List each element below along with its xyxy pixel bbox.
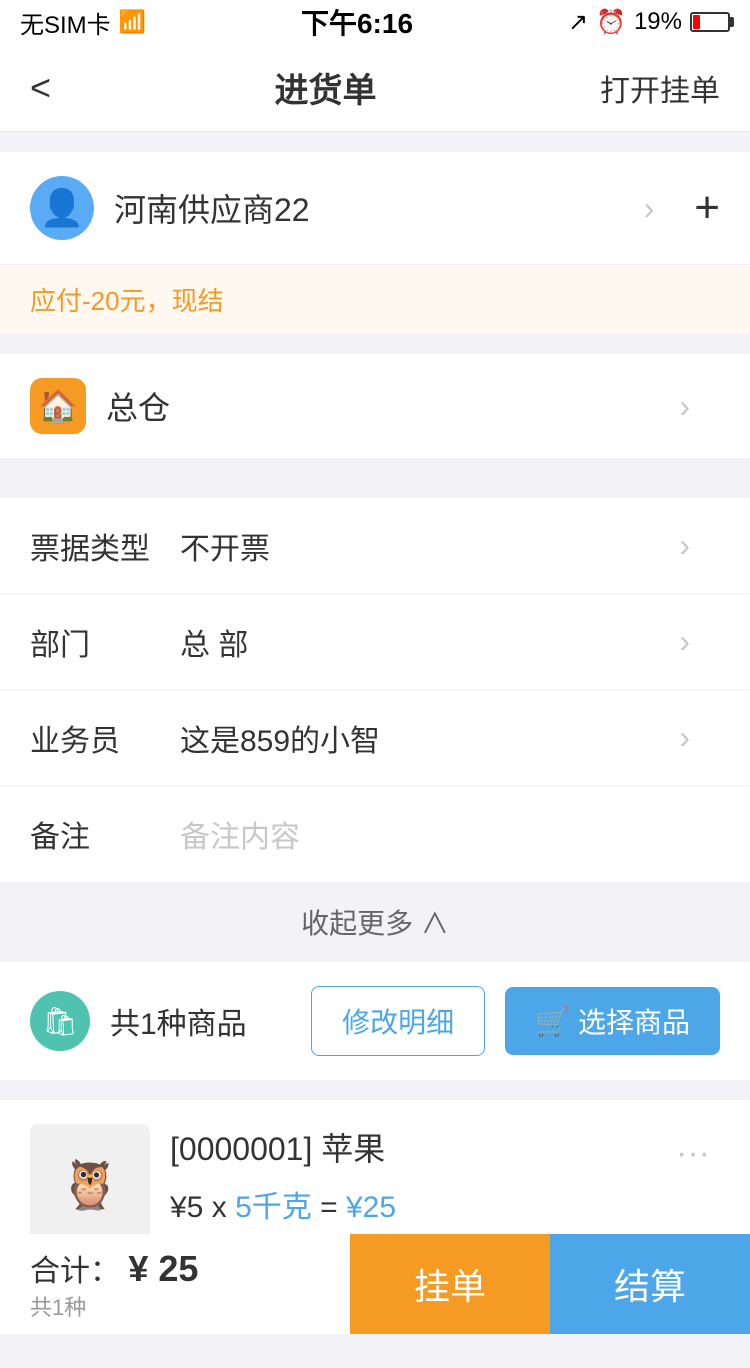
status-right: ↗ ⏰ 19% — [568, 8, 730, 37]
warehouse-row[interactable]: 🏠 总仓 › — [0, 354, 750, 458]
status-time: 下午6:16 — [301, 2, 413, 42]
carrier-text: 无SIM卡 — [20, 5, 111, 40]
product-qty: 5千克 — [235, 1191, 312, 1224]
owl-icon: 🦉 — [60, 1156, 120, 1213]
status-left: 无SIM卡 📶 — [20, 5, 146, 40]
dept-row[interactable]: 部门 总 部 › — [0, 594, 750, 690]
collapse-button[interactable]: 收起更多 ∧ — [0, 882, 750, 962]
product-more-button[interactable]: ··· — [666, 1124, 720, 1183]
note-row[interactable]: 备注 备注内容 — [0, 786, 750, 882]
supplier-name: 河南供应商22 — [114, 185, 644, 231]
divider-1 — [0, 132, 750, 152]
product-title: 苹果 — [321, 1131, 385, 1167]
divider-2 — [0, 334, 750, 354]
nav-bar: < 进货单 打开挂单 — [0, 44, 750, 132]
product-header: 🛍 共1种商品 修改明细 🛒 选择商品 — [0, 962, 750, 1080]
product-name: [0000001] 苹果 — [170, 1124, 666, 1170]
battery-icon — [690, 12, 730, 32]
product-code: [0000001] — [170, 1131, 312, 1167]
total-sub: 共1种 — [30, 1290, 350, 1322]
total-main: 合计： ¥ 25 — [30, 1246, 350, 1290]
salesperson-value: 这是859的小智 — [170, 716, 679, 760]
total-section: 合计： ¥ 25 共1种 — [0, 1234, 350, 1334]
supplier-row[interactable]: 👤 河南供应商22 › + — [0, 152, 750, 265]
form-section: 票据类型 不开票 › 部门 总 部 › 业务员 这是859的小智 › 备注 备注… — [0, 498, 750, 882]
supplier-section: 👤 河南供应商22 › + 应付-20元，现结 — [0, 152, 750, 334]
dept-chevron-icon: › — [679, 623, 690, 660]
wifi-icon: 📶 — [119, 9, 146, 35]
location-icon: ↗ — [568, 8, 588, 37]
unit-price: ¥5 — [170, 1191, 203, 1224]
ticket-value: 不开票 — [170, 524, 679, 568]
ticket-row[interactable]: 票据类型 不开票 › — [0, 498, 750, 594]
status-bar: 无SIM卡 📶 下午6:16 ↗ ⏰ 19% — [0, 0, 750, 44]
supplier-avatar: 👤 — [30, 176, 94, 240]
product-icon: 🛍 — [30, 991, 90, 1051]
warehouse-name: 总仓 — [106, 383, 679, 429]
dept-value: 总 部 — [170, 620, 679, 664]
salesperson-row[interactable]: 业务员 这是859的小智 › — [0, 690, 750, 786]
total-label: 合计： — [30, 1255, 120, 1288]
ticket-label: 票据类型 — [30, 524, 170, 568]
edit-detail-button[interactable]: 修改明细 — [311, 986, 485, 1056]
warehouse-chevron-icon: › — [679, 388, 690, 425]
page-title: 进货单 — [275, 63, 377, 112]
ticket-chevron-icon: › — [679, 527, 690, 564]
open-hang-button[interactable]: 打开挂单 — [600, 66, 720, 110]
supplier-alert: 应付-20元，现结 — [0, 265, 750, 334]
warehouse-section: 🏠 总仓 › — [0, 354, 750, 458]
cart-icon: 🛒 — [535, 1005, 570, 1038]
dept-label: 部门 — [30, 620, 170, 664]
note-label: 备注 — [30, 812, 170, 856]
product-total: ¥25 — [346, 1191, 396, 1224]
product-thumbnail: 🦉 — [30, 1124, 150, 1244]
salesperson-chevron-icon: › — [679, 719, 690, 756]
back-button[interactable]: < — [30, 67, 51, 109]
alarm-icon: ⏰ — [596, 8, 626, 37]
salesperson-label: 业务员 — [30, 716, 170, 760]
hang-button[interactable]: 挂单 — [350, 1234, 550, 1334]
collapse-label: 收起更多 ∧ — [301, 902, 449, 942]
warehouse-icon: 🏠 — [30, 378, 86, 434]
total-amount: ¥ 25 — [128, 1248, 198, 1289]
add-button[interactable]: + — [684, 183, 720, 233]
product-price: ¥5 x 5千克 = ¥25 — [170, 1182, 666, 1226]
battery-percent: 19% — [634, 8, 682, 36]
note-placeholder[interactable]: 备注内容 — [170, 812, 720, 856]
bottom-bar: 合计： ¥ 25 共1种 挂单 结算 — [0, 1234, 750, 1334]
product-count: 共1种商品 — [110, 999, 291, 1043]
product-info: [0000001] 苹果 ¥5 x 5千克 = ¥25 — [170, 1124, 666, 1226]
select-product-button[interactable]: 🛒 选择商品 — [505, 987, 720, 1055]
supplier-chevron-icon: › — [644, 190, 655, 227]
checkout-button[interactable]: 结算 — [550, 1234, 750, 1334]
divider-3 — [0, 458, 750, 478]
